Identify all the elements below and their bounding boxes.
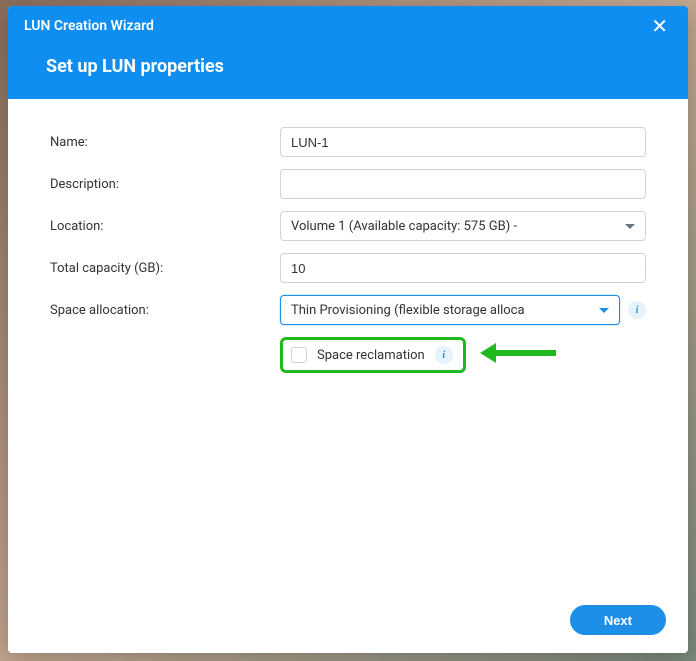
name-input[interactable] (280, 127, 646, 157)
row-description: Description: (50, 169, 646, 199)
next-button[interactable]: Next (570, 605, 666, 635)
info-icon[interactable]: i (628, 301, 646, 319)
arrow-annotation (480, 343, 556, 363)
description-label: Description: (50, 177, 280, 192)
info-icon[interactable]: i (435, 346, 453, 364)
allocation-value: Thin Provisioning (flexible storage allo… (291, 303, 593, 318)
location-select[interactable]: Volume 1 (Available capacity: 575 GB) - (280, 211, 646, 241)
capacity-label: Total capacity (GB): (50, 261, 280, 276)
row-allocation: Space allocation: Thin Provisioning (fle… (50, 295, 646, 325)
modal-header: LUN Creation Wizard ✕ Set up LUN propert… (8, 6, 688, 99)
close-icon[interactable]: ✕ (647, 14, 672, 38)
highlight-annotation: Space reclamation i (280, 337, 466, 373)
step-title: Set up LUN properties (8, 42, 688, 99)
location-label: Location: (50, 219, 280, 234)
row-name: Name: (50, 127, 646, 157)
modal-footer: Next (8, 591, 688, 653)
allocation-label: Space allocation: (50, 303, 280, 318)
arrow-line (496, 350, 556, 356)
arrow-left-icon (480, 343, 496, 363)
form-area: Name: Description: Location: Volume 1 (A… (8, 99, 688, 591)
reclamation-checkbox[interactable] (291, 347, 307, 363)
location-value: Volume 1 (Available capacity: 575 GB) - (291, 219, 619, 234)
capacity-input[interactable] (280, 253, 646, 283)
row-location: Location: Volume 1 (Available capacity: … (50, 211, 646, 241)
wizard-modal: LUN Creation Wizard ✕ Set up LUN propert… (8, 6, 688, 653)
header-title-row: LUN Creation Wizard ✕ (8, 6, 688, 42)
reclamation-label: Space reclamation (317, 348, 425, 363)
name-label: Name: (50, 135, 280, 150)
description-input[interactable] (280, 169, 646, 199)
wizard-title: LUN Creation Wizard (24, 18, 154, 34)
chevron-down-icon (625, 224, 635, 229)
row-capacity: Total capacity (GB): (50, 253, 646, 283)
chevron-down-icon (599, 308, 609, 313)
row-reclamation: Space reclamation i (280, 337, 646, 373)
allocation-select[interactable]: Thin Provisioning (flexible storage allo… (280, 295, 620, 325)
